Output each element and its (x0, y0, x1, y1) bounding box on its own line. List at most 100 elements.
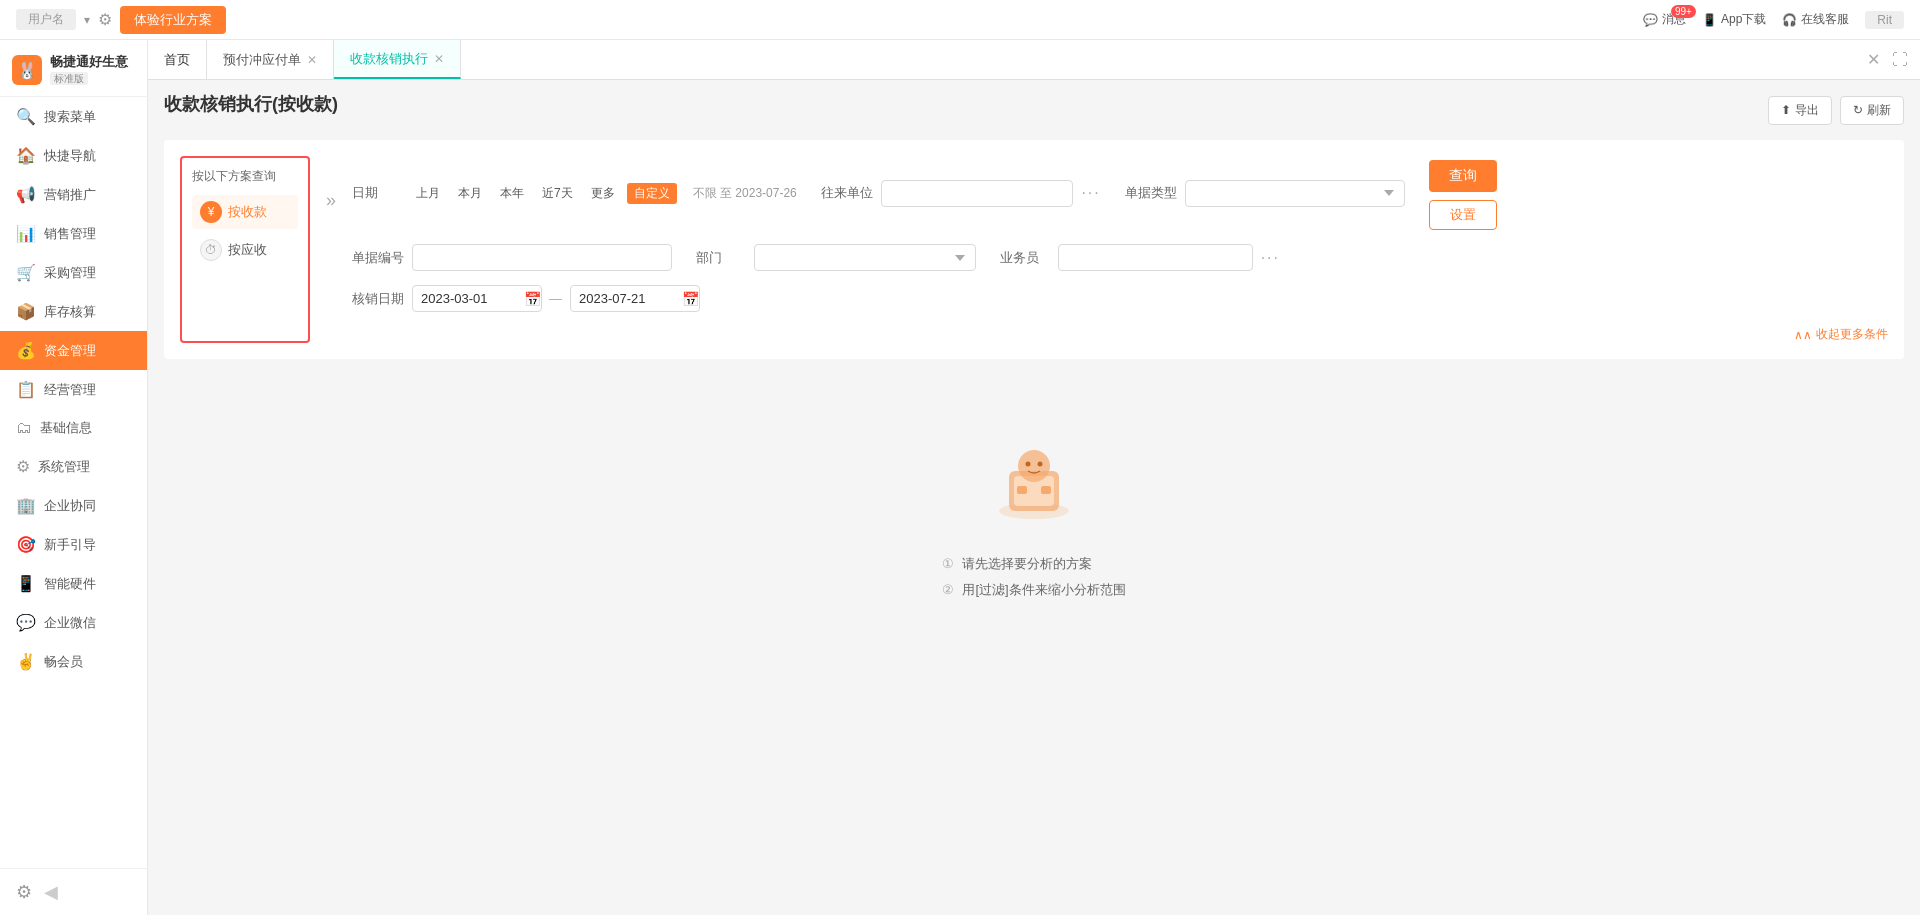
filter-scheme-title: 按以下方案查询 (192, 168, 298, 185)
date-btn-7days[interactable]: 近7天 (536, 183, 579, 204)
verify-date-to-cal-icon[interactable]: 📅 (682, 291, 699, 307)
sidebar-label-finance: 资金管理 (44, 342, 96, 360)
filter-collapse-arrow[interactable]: » (322, 186, 340, 215)
online-service-btn[interactable]: 🎧 在线客服 (1782, 11, 1849, 28)
page-title: 收款核销执行(按收款) (164, 92, 338, 116)
counterpart-more-btn[interactable]: ··· (1081, 184, 1100, 202)
doc-no-field: 单据编号 (352, 244, 672, 271)
operation-icon: 📋 (16, 380, 36, 399)
staff-more-btn[interactable]: ··· (1261, 249, 1280, 267)
gear-icon[interactable]: ⚙ (98, 10, 112, 29)
tab-collection[interactable]: 收款核销执行 ✕ (334, 40, 461, 79)
doc-no-input[interactable] (412, 244, 672, 271)
sidebar-item-operation[interactable]: 📋 经营管理 (0, 370, 147, 409)
counterpart-input[interactable] (881, 180, 1074, 207)
verify-date-from-input[interactable] (412, 285, 542, 312)
service-label: 在线客服 (1801, 11, 1849, 28)
sidebar-label-search-menu: 搜索菜单 (44, 108, 96, 126)
sidebar-item-basic-info[interactable]: 🗂 基础信息 (0, 409, 147, 447)
user-info[interactable]: Rit (1865, 11, 1904, 29)
sidebar: 🐰 畅捷通好生意 标准版 🔍 搜索菜单 🏠 快捷导航 📢 营销推广 📊 销售管理 (0, 40, 148, 915)
home-icon: 🏠 (16, 146, 36, 165)
verify-date-from-wrap: 📅 (412, 285, 541, 312)
tab-close-all-icon[interactable]: ✕ (1863, 46, 1884, 73)
svg-point-4 (1026, 462, 1031, 467)
verify-date-from-cal-icon[interactable]: 📅 (524, 291, 541, 307)
tabs-actions: ✕ ⛶ (1863, 46, 1920, 73)
filter-by-collection-label: 按收款 (228, 203, 267, 221)
filter-by-collection[interactable]: ¥ 按收款 (192, 195, 298, 229)
header-dropdown-arrow[interactable]: ▾ (84, 13, 90, 27)
verify-date-to-input[interactable] (570, 285, 700, 312)
sidebar-item-member[interactable]: ✌ 畅会员 (0, 642, 147, 681)
collapse-more-btn[interactable]: ∧∧ 收起更多条件 (1794, 326, 1888, 343)
filter-by-receivable[interactable]: ⏱ 按应收 (192, 233, 298, 267)
refresh-btn[interactable]: ↻ 刷新 (1840, 96, 1904, 125)
message-btn[interactable]: 💬 消息 99+ (1643, 11, 1686, 28)
sidebar-item-sales[interactable]: 📊 销售管理 (0, 214, 147, 253)
doc-type-select[interactable] (1185, 180, 1405, 207)
date-btn-this-year[interactable]: 本年 (494, 183, 530, 204)
tab-prepay[interactable]: 预付冲应付单 ✕ (207, 40, 334, 79)
sidebar-collapse-btn[interactable]: ◀ (44, 881, 58, 903)
sidebar-logo: 🐰 畅捷通好生意 标准版 (0, 40, 147, 97)
industry-btn[interactable]: 体验行业方案 (120, 6, 226, 34)
tab-collection-label: 收款核销执行 (350, 50, 428, 68)
counterpart-label: 往来单位 (821, 184, 873, 202)
tab-expand-icon[interactable]: ⛶ (1888, 47, 1912, 73)
finance-icon: 💰 (16, 341, 36, 360)
settings-bottom-icon[interactable]: ⚙ (16, 881, 32, 903)
tab-home[interactable]: 首页 (148, 40, 207, 79)
sidebar-item-search-menu[interactable]: 🔍 搜索菜单 (0, 97, 147, 136)
sidebar-item-system[interactable]: ⚙ 系统管理 (0, 447, 147, 486)
filter-by-receivable-label: 按应收 (228, 241, 267, 259)
query-btn[interactable]: 查询 (1429, 160, 1497, 192)
sidebar-bottom: ⚙ ◀ (0, 868, 147, 915)
sales-icon: 📊 (16, 224, 36, 243)
member-icon: ✌ (16, 652, 36, 671)
sidebar-item-inventory[interactable]: 📦 库存核算 (0, 292, 147, 331)
sidebar-label-guide: 新手引导 (44, 536, 96, 554)
sidebar-item-smart-hw[interactable]: 📱 智能硬件 (0, 564, 147, 603)
date-btn-this-month[interactable]: 本月 (452, 183, 488, 204)
sidebar-item-quick-nav[interactable]: 🏠 快捷导航 (0, 136, 147, 175)
basic-info-icon: 🗂 (16, 419, 32, 437)
filter-section: 按以下方案查询 ¥ 按收款 ⏱ 按应收 » (164, 140, 1904, 359)
staff-input[interactable] (1058, 244, 1253, 271)
sidebar-label-quick-nav: 快捷导航 (44, 147, 96, 165)
sidebar-item-wechat[interactable]: 💬 企业微信 (0, 603, 147, 642)
date-no-limit: 不限 至 2023-07-26 (693, 185, 797, 202)
date-btn-last-month[interactable]: 上月 (410, 183, 446, 204)
sidebar-item-enterprise[interactable]: 🏢 企业协同 (0, 486, 147, 525)
sidebar-item-finance[interactable]: 💰 资金管理 (0, 331, 147, 370)
date-btn-more[interactable]: 更多 (585, 183, 621, 204)
sidebar-label-purchase: 采购管理 (44, 264, 96, 282)
sidebar-label-enterprise: 企业协同 (44, 497, 96, 515)
message-icon: 💬 (1643, 13, 1658, 27)
message-badge: 99+ (1671, 5, 1696, 18)
sidebar-item-marketing[interactable]: 📢 营销推广 (0, 175, 147, 214)
tab-collection-close[interactable]: ✕ (434, 52, 444, 66)
settings-btn[interactable]: 设置 (1429, 200, 1497, 230)
logo-badge: 标准版 (50, 72, 88, 85)
dept-select[interactable] (754, 244, 976, 271)
purchase-icon: 🛒 (16, 263, 36, 282)
svg-rect-7 (1041, 486, 1051, 494)
export-btn[interactable]: ⬆ 导出 (1768, 96, 1832, 125)
filter-form: 日期 上月 本月 本年 近7天 更多 自定义 不限 至 2023-07-26 (352, 156, 1888, 343)
wechat-icon: 💬 (16, 613, 36, 632)
app-download-btn[interactable]: 📱 App下载 (1702, 11, 1766, 28)
main-layout: 🐰 畅捷通好生意 标准版 🔍 搜索菜单 🏠 快捷导航 📢 营销推广 📊 销售管理 (0, 40, 1920, 915)
service-icon: 🎧 (1782, 13, 1797, 27)
tab-prepay-close[interactable]: ✕ (307, 53, 317, 67)
empty-tip-2: 用[过滤]条件来缩小分析范围 (962, 577, 1125, 603)
filter-scheme-panel: 按以下方案查询 ¥ 按收款 ⏱ 按应收 (180, 156, 310, 343)
empty-tip-row-2: ② 用[过滤]条件来缩小分析范围 (942, 577, 1125, 603)
svg-rect-6 (1017, 486, 1027, 494)
sidebar-item-purchase[interactable]: 🛒 采购管理 (0, 253, 147, 292)
date-btn-custom[interactable]: 自定义 (627, 183, 677, 204)
sidebar-item-guide[interactable]: 🎯 新手引导 (0, 525, 147, 564)
header-right: 💬 消息 99+ 📱 App下载 🎧 在线客服 Rit (1643, 11, 1904, 29)
sidebar-label-operation: 经营管理 (44, 381, 96, 399)
content-area: 首页 预付冲应付单 ✕ 收款核销执行 ✕ ✕ ⛶ 收款核销执行(按收款) (148, 40, 1920, 915)
